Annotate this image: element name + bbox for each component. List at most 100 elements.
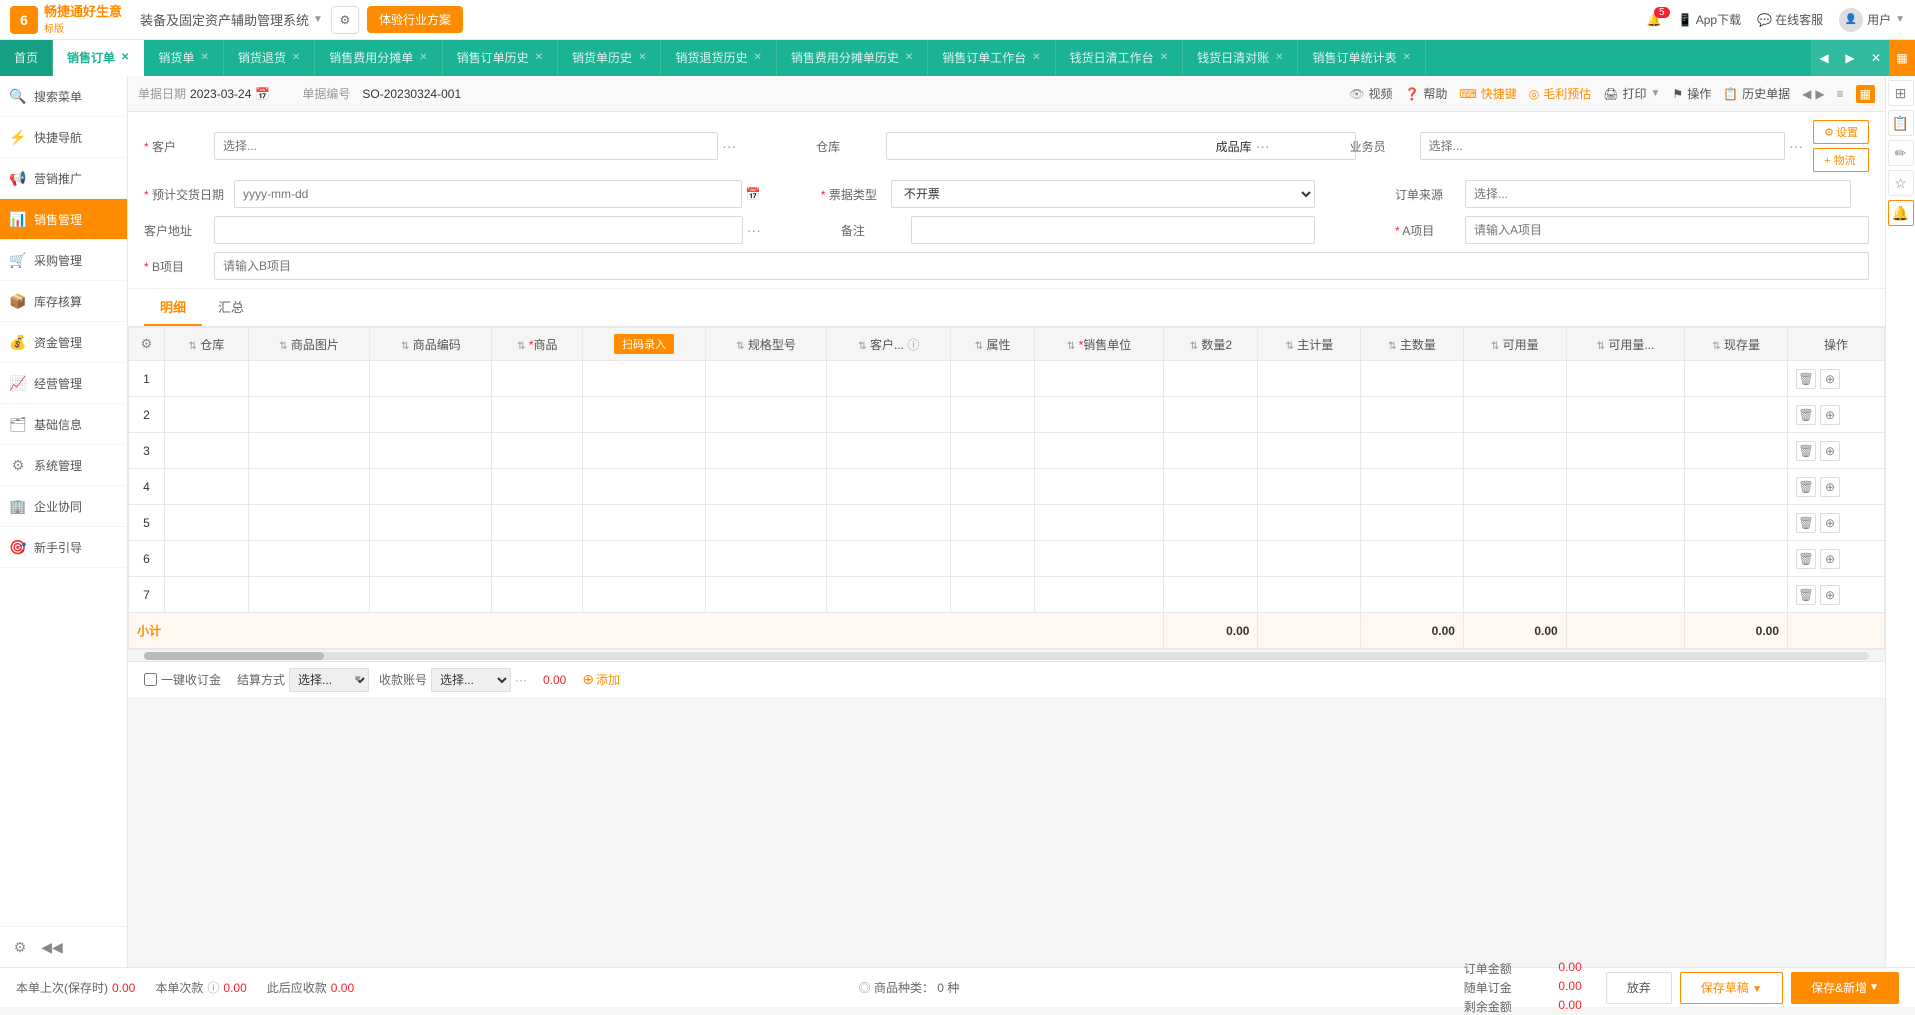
sidebar-item-marketing[interactable]: 📢 营销推广 (0, 158, 127, 199)
sidebar-item-basic[interactable]: 🗂 基础信息 (0, 404, 127, 445)
sidebar-item-guide[interactable]: 🎯 新手引导 (0, 527, 127, 568)
col-header-settings[interactable]: ⚙ (129, 328, 165, 361)
app-download[interactable]: 📱 App下载 (1678, 11, 1741, 28)
tab-order-workbench-close[interactable]: ✕ (1032, 40, 1040, 76)
toolbar-grid-button[interactable]: ≡ (1837, 87, 1844, 101)
tab-sales-order-close[interactable]: ✕ (121, 40, 129, 76)
row-7-copy-button[interactable]: ⊕ (1820, 585, 1840, 605)
add-logistics-button[interactable]: + 物流 (1813, 148, 1869, 172)
warehouse-input[interactable] (886, 132, 1355, 160)
account-dots-icon[interactable]: ··· (515, 673, 527, 687)
settings-icon[interactable]: ⚙ (331, 6, 359, 34)
tab-detail[interactable]: 明细 (144, 289, 202, 326)
industry-button[interactable]: 体验行业方案 (367, 6, 463, 33)
row-2-delete-button[interactable]: 🗑 (1796, 405, 1816, 425)
tab-sales-stats-close[interactable]: ✕ (1403, 40, 1411, 76)
sidebar-item-quick-nav[interactable]: ⚡ 快捷导航 (0, 117, 127, 158)
tab-invoice-history[interactable]: 销货单历史 ✕ (558, 40, 661, 76)
row-2-main-qty[interactable] (1361, 397, 1464, 433)
address-dots-icon[interactable]: ··· (747, 222, 761, 238)
row-2-stock[interactable] (1685, 397, 1788, 433)
row-2-available2[interactable] (1566, 397, 1685, 433)
right-panel-btn-5[interactable]: 🔔 (1888, 200, 1914, 226)
right-panel-btn-3[interactable]: ✏ (1888, 140, 1914, 166)
row-1-copy-button[interactable]: ⊕ (1820, 369, 1840, 389)
row-2-copy-button[interactable]: ⊕ (1820, 405, 1840, 425)
row-2-product[interactable] (492, 397, 583, 433)
tab-sales-order-history-close[interactable]: ✕ (535, 40, 543, 76)
toolbar-table-button[interactable]: ▦ (1856, 85, 1875, 103)
one-click-payment-checkbox[interactable] (144, 673, 157, 686)
toolbar-prev-button[interactable]: ◀ (1802, 87, 1811, 101)
save-new-button[interactable]: 保存&新增 ▼ (1791, 972, 1899, 1004)
user-menu[interactable]: 👤 用户 ▼ (1839, 8, 1905, 32)
right-panel-btn-2[interactable]: 📋 (1888, 110, 1914, 136)
online-service[interactable]: 💬 在线客服 (1757, 11, 1823, 28)
tab-fee-history[interactable]: 销售费用分摊单历史 ✕ (777, 40, 928, 76)
row-1-stock[interactable] (1685, 361, 1788, 397)
tab-sales-order[interactable]: 销售订单 ✕ (53, 40, 144, 76)
table-settings-icon[interactable]: ⚙ (141, 336, 153, 351)
b-project-input[interactable] (214, 252, 1869, 280)
sidebar-item-sales[interactable]: 📊 销售管理 (0, 199, 127, 240)
system-selector[interactable]: 装备及固定资产辅助管理系统 ▼ (130, 10, 323, 29)
settings-form-button[interactable]: ⚙ 设置 (1813, 120, 1869, 144)
row-2-qty2[interactable] (1164, 397, 1258, 433)
warehouse-dots-icon[interactable]: ··· (1256, 138, 1270, 154)
delivery-date-input[interactable] (234, 180, 742, 208)
row-6-delete-button[interactable]: 🗑 (1796, 549, 1816, 569)
row-5-delete-button[interactable]: 🗑 (1796, 513, 1816, 533)
tab-sales-fee[interactable]: 销售费用分摊单 ✕ (315, 40, 442, 76)
right-panel-btn-4[interactable]: ☆ (1888, 170, 1914, 196)
scan-button[interactable]: 扫码录入 (614, 334, 674, 354)
scrollbar-thumb[interactable] (144, 652, 324, 660)
tab-cash-reconcile-close[interactable]: ✕ (1275, 40, 1283, 76)
sidebar-item-finance[interactable]: 💰 资金管理 (0, 322, 127, 363)
nav-next-button[interactable]: ▶ (1837, 40, 1863, 76)
tab-sales-return[interactable]: 销货退货 ✕ (224, 40, 315, 76)
date-picker-icon[interactable]: 📅 (746, 187, 761, 201)
tab-sales-return-close[interactable]: ✕ (292, 40, 300, 76)
row-2-sales-unit[interactable] (1034, 397, 1163, 433)
row-1-delete-button[interactable]: 🗑 (1796, 369, 1816, 389)
tab-return-history-close[interactable]: ✕ (753, 40, 761, 76)
row-7-delete-button[interactable]: 🗑 (1796, 585, 1816, 605)
row-1-qty2[interactable] (1164, 361, 1258, 397)
sidebar-item-operations[interactable]: 📈 经营管理 (0, 363, 127, 404)
row-4-copy-button[interactable]: ⊕ (1820, 477, 1840, 497)
tab-fee-history-close[interactable]: ✕ (905, 40, 913, 76)
sidebar-item-purchase[interactable]: 🛒 采购管理 (0, 240, 127, 281)
tab-return-history[interactable]: 销货退货历史 ✕ (661, 40, 776, 76)
row-2-spec[interactable] (705, 397, 827, 433)
row-3-copy-button[interactable]: ⊕ (1820, 441, 1840, 461)
nav-prev-button[interactable]: ◀ (1811, 40, 1837, 76)
profit-button[interactable]: ◎ 毛利预估 (1529, 85, 1592, 102)
help-button[interactable]: ❓ 帮助 (1404, 85, 1447, 102)
row-1-available[interactable] (1463, 361, 1566, 397)
discard-button[interactable]: 放弃 (1606, 972, 1672, 1004)
remark-input[interactable] (911, 216, 1315, 244)
row-1-product[interactable] (492, 361, 583, 397)
row-3-warehouse[interactable] (165, 433, 249, 469)
row-1-warehouse[interactable] (165, 361, 249, 397)
row-1-main-unit[interactable] (1258, 361, 1361, 397)
tab-summary[interactable]: 汇总 (202, 289, 260, 326)
sidebar-item-inventory[interactable]: 📦 库存核算 (0, 281, 127, 322)
salesperson-dots-icon[interactable]: ··· (1789, 138, 1803, 154)
right-panel-btn-1[interactable]: ⊞ (1888, 80, 1914, 106)
shortcut-button[interactable]: ⌨ 快捷键 (1459, 85, 1516, 102)
payment-method-select[interactable]: 选择... (289, 668, 369, 692)
sidebar-collapse-button[interactable]: ◀◀ (40, 935, 64, 959)
tab-sales-order-history[interactable]: 销售订单历史 ✕ (443, 40, 558, 76)
tab-sales-invoice[interactable]: 销货单 ✕ (144, 40, 223, 76)
row-4-delete-button[interactable]: 🗑 (1796, 477, 1816, 497)
tab-sales-invoice-close[interactable]: ✕ (200, 40, 208, 76)
history-button[interactable]: 📋 历史单据 (1723, 85, 1790, 102)
tab-invoice-history-close[interactable]: ✕ (638, 40, 646, 76)
save-draft-button[interactable]: 保存草稿 ▼ (1680, 972, 1783, 1004)
sidebar-item-search[interactable]: 🔍 搜索菜单 (0, 76, 127, 117)
row-2-customer-code[interactable] (827, 397, 951, 433)
notification-bell[interactable]: 🔔 5 (1647, 13, 1662, 27)
row-2-attributes[interactable] (951, 397, 1035, 433)
row-1-code[interactable] (370, 361, 492, 397)
